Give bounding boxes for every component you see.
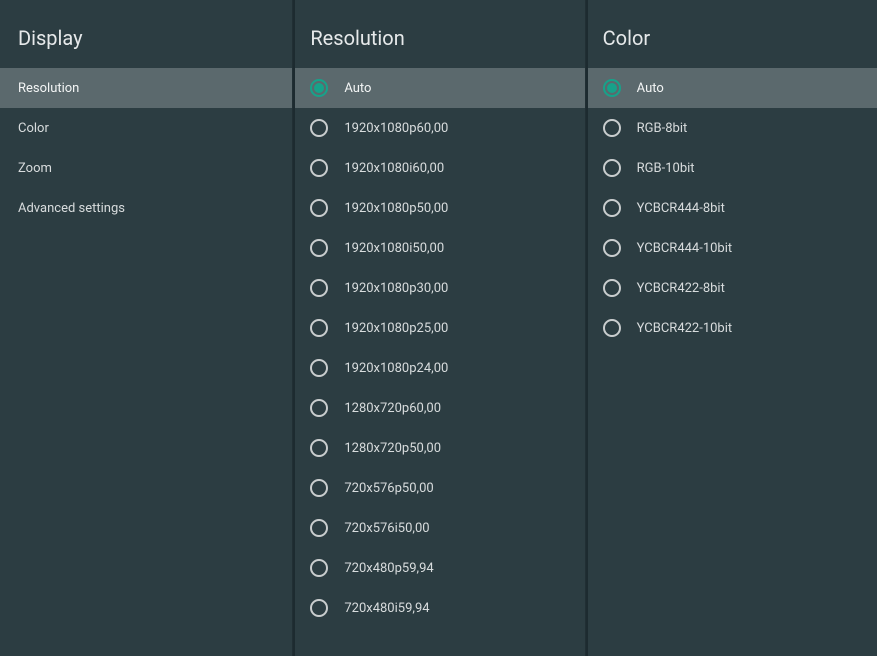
radio-icon <box>603 199 621 217</box>
resolution-option-label: 720x480p59,94 <box>344 561 566 576</box>
resolution-option-1920x1080p25-00[interactable]: 1920x1080p25,00 <box>292 308 584 348</box>
resolution-panel-title: Resolution <box>292 0 584 68</box>
radio-icon <box>310 279 328 297</box>
radio-icon <box>310 319 328 337</box>
radio-icon <box>603 279 621 297</box>
resolution-option-label: 1920x1080p24,00 <box>344 361 566 376</box>
sidebar-item-color[interactable]: Color <box>0 108 292 148</box>
sidebar-item-label: Resolution <box>18 81 274 96</box>
radio-icon <box>310 439 328 457</box>
color-panel-title: Color <box>585 0 877 68</box>
color-option-label: Auto <box>637 81 859 96</box>
sidebar-item-zoom[interactable]: Zoom <box>0 148 292 188</box>
radio-icon <box>310 199 328 217</box>
radio-icon <box>603 239 621 257</box>
color-panel: Color Auto RGB-8bit RGB-10bit YCBCR444-8bit… <box>585 0 877 656</box>
radio-icon <box>310 159 328 177</box>
resolution-option-label: 1920x1080p50,00 <box>344 201 566 216</box>
resolution-panel: Resolution Auto 1920x1080p60,00 1920x1080i… <box>292 0 584 656</box>
radio-icon <box>310 359 328 377</box>
color-option-ycbcr444-10bit[interactable]: YCBCR444-10bit <box>585 228 877 268</box>
color-option-rgb-10bit[interactable]: RGB-10bit <box>585 148 877 188</box>
color-option-label: YCBCR444-8bit <box>637 201 859 216</box>
color-option-rgb-8bit[interactable]: RGB-8bit <box>585 108 877 148</box>
resolution-option-1920x1080i50-00[interactable]: 1920x1080i50,00 <box>292 228 584 268</box>
sidebar-item-resolution[interactable]: Resolution <box>0 68 292 108</box>
sidebar-item-label: Color <box>18 121 274 136</box>
radio-icon <box>310 119 328 137</box>
resolution-option-label: 1920x1080i60,00 <box>344 161 566 176</box>
color-option-ycbcr422-10bit[interactable]: YCBCR422-10bit <box>585 308 877 348</box>
resolution-option-1920x1080p30-00[interactable]: 1920x1080p30,00 <box>292 268 584 308</box>
radio-icon <box>310 399 328 417</box>
color-option-label: RGB-10bit <box>637 161 859 176</box>
radio-icon <box>603 159 621 177</box>
radio-icon <box>310 239 328 257</box>
resolution-option-1920x1080i60-00[interactable]: 1920x1080i60,00 <box>292 148 584 188</box>
resolution-option-720x576i50-00[interactable]: 720x576i50,00 <box>292 508 584 548</box>
display-panel-title: Display <box>0 0 292 68</box>
resolution-option-720x480i59-94[interactable]: 720x480i59,94 <box>292 588 584 628</box>
sidebar-item-label: Zoom <box>18 161 274 176</box>
color-options: Auto RGB-8bit RGB-10bit YCBCR444-8bit YCBCR4… <box>585 68 877 656</box>
display-panel: Display Resolution Color Zoom Advanced sett… <box>0 0 292 656</box>
resolution-option-auto[interactable]: Auto <box>292 68 584 108</box>
sidebar-item-label: Advanced settings <box>18 201 274 216</box>
radio-icon <box>310 479 328 497</box>
color-option-label: YCBCR444-10bit <box>637 241 859 256</box>
display-menu: Resolution Color Zoom Advanced settings <box>0 68 292 656</box>
resolution-option-720x480p59-94[interactable]: 720x480p59,94 <box>292 548 584 588</box>
resolution-option-1920x1080p24-00[interactable]: 1920x1080p24,00 <box>292 348 584 388</box>
radio-icon <box>310 559 328 577</box>
radio-icon <box>603 119 621 137</box>
resolution-options: Auto 1920x1080p60,00 1920x1080i60,00 1920x1… <box>292 68 584 656</box>
resolution-option-1280x720p50-00[interactable]: 1280x720p50,00 <box>292 428 584 468</box>
radio-icon <box>310 79 328 97</box>
color-option-ycbcr422-8bit[interactable]: YCBCR422-8bit <box>585 268 877 308</box>
resolution-option-label: 1920x1080p25,00 <box>344 321 566 336</box>
resolution-option-label: Auto <box>344 81 566 96</box>
resolution-option-720x576p50-00[interactable]: 720x576p50,00 <box>292 468 584 508</box>
resolution-option-label: 720x576i50,00 <box>344 521 566 536</box>
resolution-option-label: 1920x1080p30,00 <box>344 281 566 296</box>
color-option-label: YCBCR422-10bit <box>637 321 859 336</box>
color-option-ycbcr444-8bit[interactable]: YCBCR444-8bit <box>585 188 877 228</box>
resolution-option-label: 1280x720p50,00 <box>344 441 566 456</box>
settings-app: Display ResolutionColorZoomAdvanced sett… <box>0 0 877 656</box>
resolution-option-1920x1080p50-00[interactable]: 1920x1080p50,00 <box>292 188 584 228</box>
color-option-label: RGB-8bit <box>637 121 859 136</box>
resolution-option-label: 720x480i59,94 <box>344 601 566 616</box>
resolution-option-label: 1920x1080i50,00 <box>344 241 566 256</box>
resolution-option-label: 1280x720p60,00 <box>344 401 566 416</box>
radio-icon <box>603 79 621 97</box>
resolution-option-1920x1080p60-00[interactable]: 1920x1080p60,00 <box>292 108 584 148</box>
sidebar-item-advanced-settings[interactable]: Advanced settings <box>0 188 292 228</box>
resolution-option-label: 1920x1080p60,00 <box>344 121 566 136</box>
radio-icon <box>310 519 328 537</box>
resolution-option-1280x720p60-00[interactable]: 1280x720p60,00 <box>292 388 584 428</box>
color-option-label: YCBCR422-8bit <box>637 281 859 296</box>
radio-icon <box>310 599 328 617</box>
color-option-auto[interactable]: Auto <box>585 68 877 108</box>
resolution-option-label: 720x576p50,00 <box>344 481 566 496</box>
radio-icon <box>603 319 621 337</box>
